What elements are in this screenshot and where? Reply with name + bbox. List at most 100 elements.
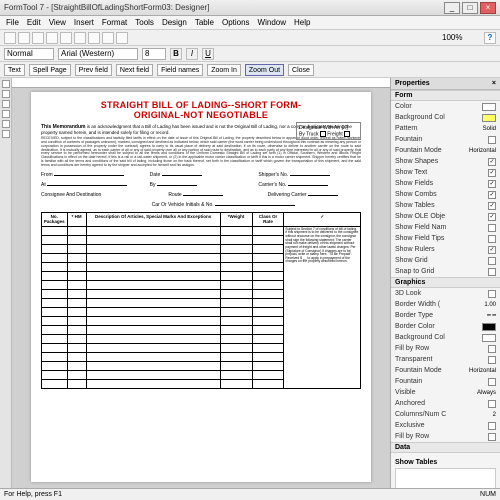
prop-swatch[interactable] bbox=[482, 114, 496, 122]
menu-view[interactable]: View bbox=[49, 18, 66, 27]
font-select[interactable]: Arial (Western) bbox=[58, 48, 138, 60]
menu-edit[interactable]: Edit bbox=[27, 18, 41, 27]
fb-zoomin[interactable]: Zoom In bbox=[207, 64, 241, 76]
prop-checkbox[interactable] bbox=[488, 235, 496, 243]
prop-row[interactable]: Exclusive bbox=[391, 420, 500, 431]
tb-save-icon[interactable] bbox=[32, 32, 44, 44]
prop-row[interactable]: Fountain ModeHorizontal bbox=[391, 145, 500, 156]
prop-checkbox[interactable] bbox=[488, 433, 496, 441]
size-select[interactable]: 8 bbox=[142, 48, 166, 60]
prop-value[interactable]: Always bbox=[477, 390, 496, 396]
style-select[interactable]: Normal bbox=[4, 48, 54, 60]
palette-line-icon[interactable] bbox=[2, 120, 10, 128]
prop-value[interactable]: Horizontal bbox=[469, 368, 496, 374]
prop-row[interactable]: Border Type━ ━ bbox=[391, 310, 500, 321]
prop-row[interactable]: Anchored bbox=[391, 398, 500, 409]
fb-close[interactable]: Close bbox=[288, 64, 314, 76]
section-data[interactable]: Data bbox=[391, 442, 500, 453]
prop-checkbox[interactable] bbox=[488, 268, 496, 276]
prop-row[interactable]: Show Field Tips bbox=[391, 233, 500, 244]
prop-row[interactable]: Fill by Row bbox=[391, 343, 500, 354]
prop-row[interactable]: PatternSolid bbox=[391, 123, 500, 134]
bold-icon[interactable]: B bbox=[170, 48, 182, 60]
prop-row[interactable]: Border Color bbox=[391, 321, 500, 332]
tb-copy-icon[interactable] bbox=[74, 32, 86, 44]
prop-checkbox[interactable] bbox=[488, 400, 496, 408]
prop-row[interactable]: Fill by Row bbox=[391, 431, 500, 442]
fb-next[interactable]: Next field bbox=[116, 64, 153, 76]
palette-table-icon[interactable] bbox=[2, 130, 10, 138]
prop-value[interactable]: 2 bbox=[493, 412, 496, 418]
fb-zoomout[interactable]: Zoom Out bbox=[245, 64, 284, 76]
prop-checkbox[interactable]: ✓ bbox=[488, 191, 496, 199]
section-graphics[interactable]: Graphics bbox=[391, 277, 500, 288]
palette-field-icon[interactable] bbox=[2, 100, 10, 108]
prop-checkbox[interactable]: ✓ bbox=[488, 213, 496, 221]
underline-icon[interactable]: U bbox=[202, 48, 214, 60]
prop-checkbox[interactable] bbox=[488, 136, 496, 144]
menu-tools[interactable]: Tools bbox=[135, 18, 154, 27]
prop-row[interactable]: Fountain bbox=[391, 134, 500, 145]
fb-spell[interactable]: Spell Page bbox=[29, 64, 71, 76]
menu-table[interactable]: Table bbox=[195, 18, 214, 27]
by-field[interactable] bbox=[157, 185, 197, 186]
route-field[interactable] bbox=[183, 195, 223, 196]
prop-row[interactable]: Show Text✓ bbox=[391, 167, 500, 178]
prop-checkbox[interactable]: ✓ bbox=[488, 169, 496, 177]
fb-text[interactable]: Text bbox=[4, 64, 25, 76]
menu-help[interactable]: Help bbox=[294, 18, 310, 27]
table-cell[interactable] bbox=[42, 226, 68, 235]
fb-names[interactable]: Field names bbox=[157, 64, 203, 76]
prop-checkbox[interactable] bbox=[488, 422, 496, 430]
tb-cut-icon[interactable] bbox=[60, 32, 72, 44]
palette-text-icon[interactable] bbox=[2, 90, 10, 98]
tb-undo-icon[interactable] bbox=[102, 32, 114, 44]
at-field[interactable] bbox=[47, 185, 127, 186]
prop-row[interactable]: Show Shapes✓ bbox=[391, 156, 500, 167]
prop-row[interactable]: Show Grid bbox=[391, 255, 500, 266]
prop-checkbox[interactable] bbox=[488, 290, 496, 298]
tb-new-icon[interactable] bbox=[4, 32, 16, 44]
prop-row[interactable]: Background Col bbox=[391, 112, 500, 123]
prop-row[interactable]: Show Field Nam bbox=[391, 222, 500, 233]
zoom-select[interactable]: 100% bbox=[442, 33, 482, 42]
close-button[interactable]: × bbox=[480, 2, 496, 14]
prop-row[interactable]: Show OLE Obje✓ bbox=[391, 211, 500, 222]
props-close-icon[interactable]: × bbox=[492, 80, 496, 87]
design-canvas[interactable]: STRAIGHT BILL OF LADING--SHORT FORM- ORI… bbox=[12, 78, 390, 488]
prop-checkbox[interactable] bbox=[488, 356, 496, 364]
prop-row[interactable]: 3D Look bbox=[391, 288, 500, 299]
menu-file[interactable]: File bbox=[6, 18, 19, 27]
date-field[interactable] bbox=[162, 175, 202, 176]
section-form[interactable]: Form bbox=[391, 90, 500, 101]
prop-checkbox[interactable] bbox=[488, 224, 496, 232]
prop-checkbox[interactable]: ✓ bbox=[488, 246, 496, 254]
prop-row[interactable]: VisibleAlways bbox=[391, 387, 500, 398]
freight-checkbox[interactable] bbox=[344, 131, 350, 137]
palette-select-icon[interactable] bbox=[2, 80, 10, 88]
prop-row[interactable]: Background Col bbox=[391, 332, 500, 343]
prop-row[interactable]: Columns/Num C2 bbox=[391, 409, 500, 420]
prop-checkbox[interactable] bbox=[488, 345, 496, 353]
carrier-field[interactable] bbox=[288, 185, 328, 186]
prop-checkbox[interactable] bbox=[488, 378, 496, 386]
menu-design[interactable]: Design bbox=[162, 18, 187, 27]
prop-swatch[interactable] bbox=[482, 103, 496, 111]
prop-row[interactable]: Show Tables✓ bbox=[391, 200, 500, 211]
prop-row[interactable]: Fountain ModeHorizontal bbox=[391, 365, 500, 376]
minimize-button[interactable]: _ bbox=[444, 2, 460, 14]
italic-icon[interactable]: I bbox=[186, 48, 198, 60]
prop-checkbox[interactable] bbox=[488, 257, 496, 265]
fb-prev[interactable]: Prev field bbox=[75, 64, 112, 76]
tb-open-icon[interactable] bbox=[18, 32, 30, 44]
prop-checkbox[interactable]: ✓ bbox=[488, 158, 496, 166]
vehicle-field[interactable] bbox=[215, 205, 295, 206]
menu-insert[interactable]: Insert bbox=[74, 18, 94, 27]
prop-value[interactable]: Solid bbox=[483, 126, 496, 132]
menu-options[interactable]: Options bbox=[222, 18, 250, 27]
prop-value[interactable]: 1.00 bbox=[484, 302, 496, 308]
tb-paste-icon[interactable] bbox=[88, 32, 100, 44]
prop-row[interactable]: Snap to Grid bbox=[391, 266, 500, 277]
tb-help-icon[interactable]: ? bbox=[484, 32, 496, 44]
form-page[interactable]: STRAIGHT BILL OF LADING--SHORT FORM- ORI… bbox=[31, 92, 371, 482]
